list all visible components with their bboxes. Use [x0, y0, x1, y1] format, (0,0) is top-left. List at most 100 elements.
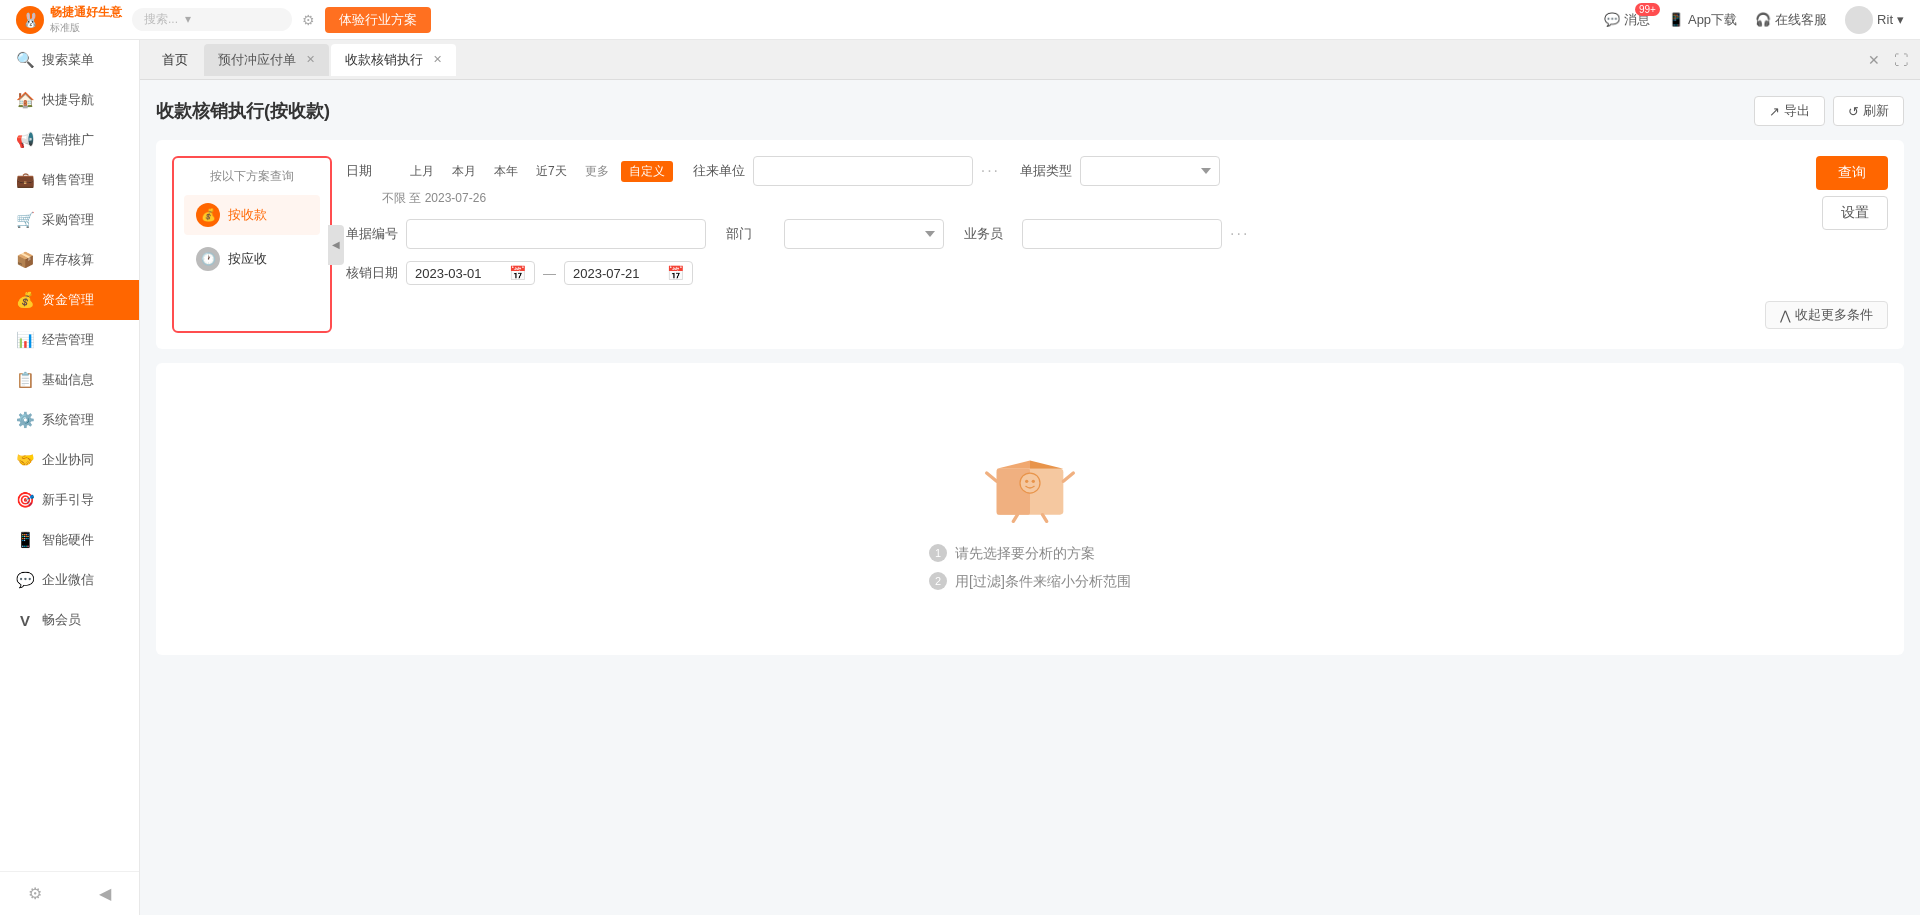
header-search[interactable]: 搜索... ▾ — [132, 8, 292, 31]
refresh-btn[interactable]: ↺ 刷新 — [1833, 96, 1904, 126]
svg-line-7 — [987, 473, 997, 481]
filter-collapse-btn[interactable]: ◀ — [328, 225, 344, 265]
tab-close-icon[interactable]: ✕ — [433, 53, 442, 66]
industry-solution-btn[interactable]: 体验行业方案 — [325, 7, 431, 33]
dept-label: 部门 — [726, 225, 776, 243]
date-field: 日期 上月 本月 本年 近7天 更多 自定义 — [346, 161, 673, 182]
filter-plan-title: 按以下方案查询 — [184, 168, 320, 185]
filter-conditions: 日期 上月 本月 本年 近7天 更多 自定义 — [346, 156, 1888, 333]
verify-date-end-input[interactable] — [573, 266, 663, 281]
partner-field: 往来单位 ··· — [693, 156, 1000, 186]
marketing-icon: 📢 — [16, 131, 34, 149]
sidebar-label: 快捷导航 — [42, 91, 94, 109]
tab-close-all-icon[interactable]: ✕ — [1864, 50, 1884, 70]
verify-date-start-wrap: 📅 — [406, 261, 535, 285]
chevron-down-icon: ▾ — [1897, 12, 1904, 27]
home-icon: 🏠 — [16, 91, 34, 109]
sidebar-item-sales[interactable]: 💼 销售管理 — [0, 160, 139, 200]
date-7days-btn[interactable]: 近7天 — [530, 161, 573, 182]
svg-point-4 — [1020, 473, 1040, 493]
date-this-month-btn[interactable]: 本月 — [446, 161, 482, 182]
finance-icon: 💰 — [16, 291, 34, 309]
tab-expand-icon[interactable]: ⛶ — [1890, 50, 1912, 70]
salesperson-input[interactable] — [1022, 219, 1222, 249]
tab-home[interactable]: 首页 — [148, 44, 202, 76]
filter-option-by-receivable[interactable]: 🕐 按应收 — [184, 239, 320, 279]
system-icon: ⚙️ — [16, 411, 34, 429]
sidebar: 🔍 搜索菜单 🏠 快捷导航 📢 营销推广 💼 销售管理 🛒 采购管理 📦 库存核… — [0, 40, 140, 915]
tab-receipt-label: 收款核销执行 — [345, 51, 423, 69]
tab-receipt[interactable]: 收款核销执行 ✕ — [331, 44, 456, 76]
app-logo: 🐰 畅捷通好生意 标准版 — [16, 4, 122, 35]
sidebar-item-operations[interactable]: 📊 经营管理 — [0, 320, 139, 360]
partner-label: 往来单位 — [693, 162, 745, 180]
sidebar-label: 资金管理 — [42, 291, 94, 309]
online-service-btn[interactable]: 🎧 在线客服 — [1755, 11, 1827, 29]
sidebar-collapse-btn[interactable]: ◀ — [91, 880, 119, 907]
dept-field: 部门 — [726, 219, 944, 249]
sidebar-item-finance[interactable]: 💰 资金管理 — [0, 280, 139, 320]
filter-option-by-receipt[interactable]: 💰 按收款 — [184, 195, 320, 235]
page-actions: ↗ 导出 ↺ 刷新 — [1754, 96, 1904, 126]
sidebar-item-vip[interactable]: V 畅会员 — [0, 600, 139, 640]
query-btn[interactable]: 查询 — [1816, 156, 1888, 190]
purchase-icon: 🛒 — [16, 211, 34, 229]
sidebar-item-purchase[interactable]: 🛒 采购管理 — [0, 200, 139, 240]
collapse-more-label: 收起更多条件 — [1795, 306, 1873, 324]
refresh-icon: ↺ — [1848, 104, 1859, 119]
sidebar-item-basic-info[interactable]: 📋 基础信息 — [0, 360, 139, 400]
sidebar-item-wechat[interactable]: 💬 企业微信 — [0, 560, 139, 600]
collapse-more-btn[interactable]: ⋀ 收起更多条件 — [1765, 301, 1888, 329]
export-btn[interactable]: ↗ 导出 — [1754, 96, 1825, 126]
header-left: 🐰 畅捷通好生意 标准版 搜索... ▾ ⚙ 体验行业方案 — [16, 4, 431, 35]
svg-point-6 — [1032, 480, 1035, 483]
partner-input[interactable] — [753, 156, 973, 186]
sidebar-item-system[interactable]: ⚙️ 系统管理 — [0, 400, 139, 440]
empty-hints: 1 请先选择要分析的方案 2 用[过滤]条件来缩小分析范围 — [929, 539, 1131, 595]
header-right: 💬 消息 99+ 📱 App下载 🎧 在线客服 Rit ▾ — [1604, 6, 1904, 34]
calendar-start-icon[interactable]: 📅 — [509, 265, 526, 281]
filter-option-label: 按应收 — [228, 250, 267, 268]
calendar-end-icon[interactable]: 📅 — [667, 265, 684, 281]
sidebar-label: 库存核算 — [42, 251, 94, 269]
sidebar-item-enterprise[interactable]: 🤝 企业协同 — [0, 440, 139, 480]
sidebar-label: 智能硬件 — [42, 531, 94, 549]
guide-icon: 🎯 — [16, 491, 34, 509]
sidebar-item-inventory[interactable]: 📦 库存核算 — [0, 240, 139, 280]
date-prev-month-btn[interactable]: 上月 — [404, 161, 440, 182]
date-this-year-btn[interactable]: 本年 — [488, 161, 524, 182]
partner-more-icon[interactable]: ··· — [981, 162, 1000, 180]
app-download-btn[interactable]: 📱 App下载 — [1668, 11, 1737, 29]
page-content: 收款核销执行(按收款) ↗ 导出 ↺ 刷新 按以下方案查询 — [140, 80, 1920, 915]
filter-row-2: 单据编号 部门 业务员 — [346, 219, 1800, 249]
sidebar-footer: ⚙ ◀ — [0, 871, 139, 915]
tab-close-icon[interactable]: ✕ — [306, 53, 315, 66]
user-menu[interactable]: Rit ▾ — [1845, 6, 1904, 34]
chevron-down-icon: ▾ — [185, 12, 191, 26]
sidebar-item-search-menu[interactable]: 🔍 搜索菜单 — [0, 40, 139, 80]
sidebar-label: 搜索菜单 — [42, 51, 94, 69]
salesperson-more-icon[interactable]: ··· — [1230, 225, 1249, 243]
verify-date-start-input[interactable] — [415, 266, 505, 281]
verify-date-field: 核销日期 📅 — 📅 — [346, 261, 693, 285]
sidebar-item-smart-hw[interactable]: 📱 智能硬件 — [0, 520, 139, 560]
date-to-text: 2023-07-26 — [425, 191, 486, 205]
date-custom-btn[interactable]: 自定义 — [621, 161, 673, 182]
message-btn[interactable]: 💬 消息 99+ — [1604, 11, 1650, 29]
download-icon: 📱 — [1668, 12, 1684, 27]
gear-icon[interactable]: ⚙ — [302, 12, 315, 28]
doc-type-select[interactable] — [1080, 156, 1220, 186]
sidebar-settings-btn[interactable]: ⚙ — [20, 880, 50, 907]
sidebar-item-guide[interactable]: 🎯 新手引导 — [0, 480, 139, 520]
query-actions: 查询 设置 — [1816, 156, 1888, 230]
tab-prepay[interactable]: 预付冲应付单 ✕ — [204, 44, 329, 76]
search-icon: 🔍 — [16, 51, 34, 69]
sidebar-item-marketing[interactable]: 📢 营销推广 — [0, 120, 139, 160]
sidebar-label: 系统管理 — [42, 411, 94, 429]
settings-btn[interactable]: 设置 — [1822, 196, 1888, 230]
date-more-btn[interactable]: 更多 — [579, 161, 615, 182]
doc-no-input[interactable] — [406, 219, 706, 249]
sidebar-label: 销售管理 — [42, 171, 94, 189]
sidebar-item-quick-nav[interactable]: 🏠 快捷导航 — [0, 80, 139, 120]
dept-select[interactable] — [784, 219, 944, 249]
